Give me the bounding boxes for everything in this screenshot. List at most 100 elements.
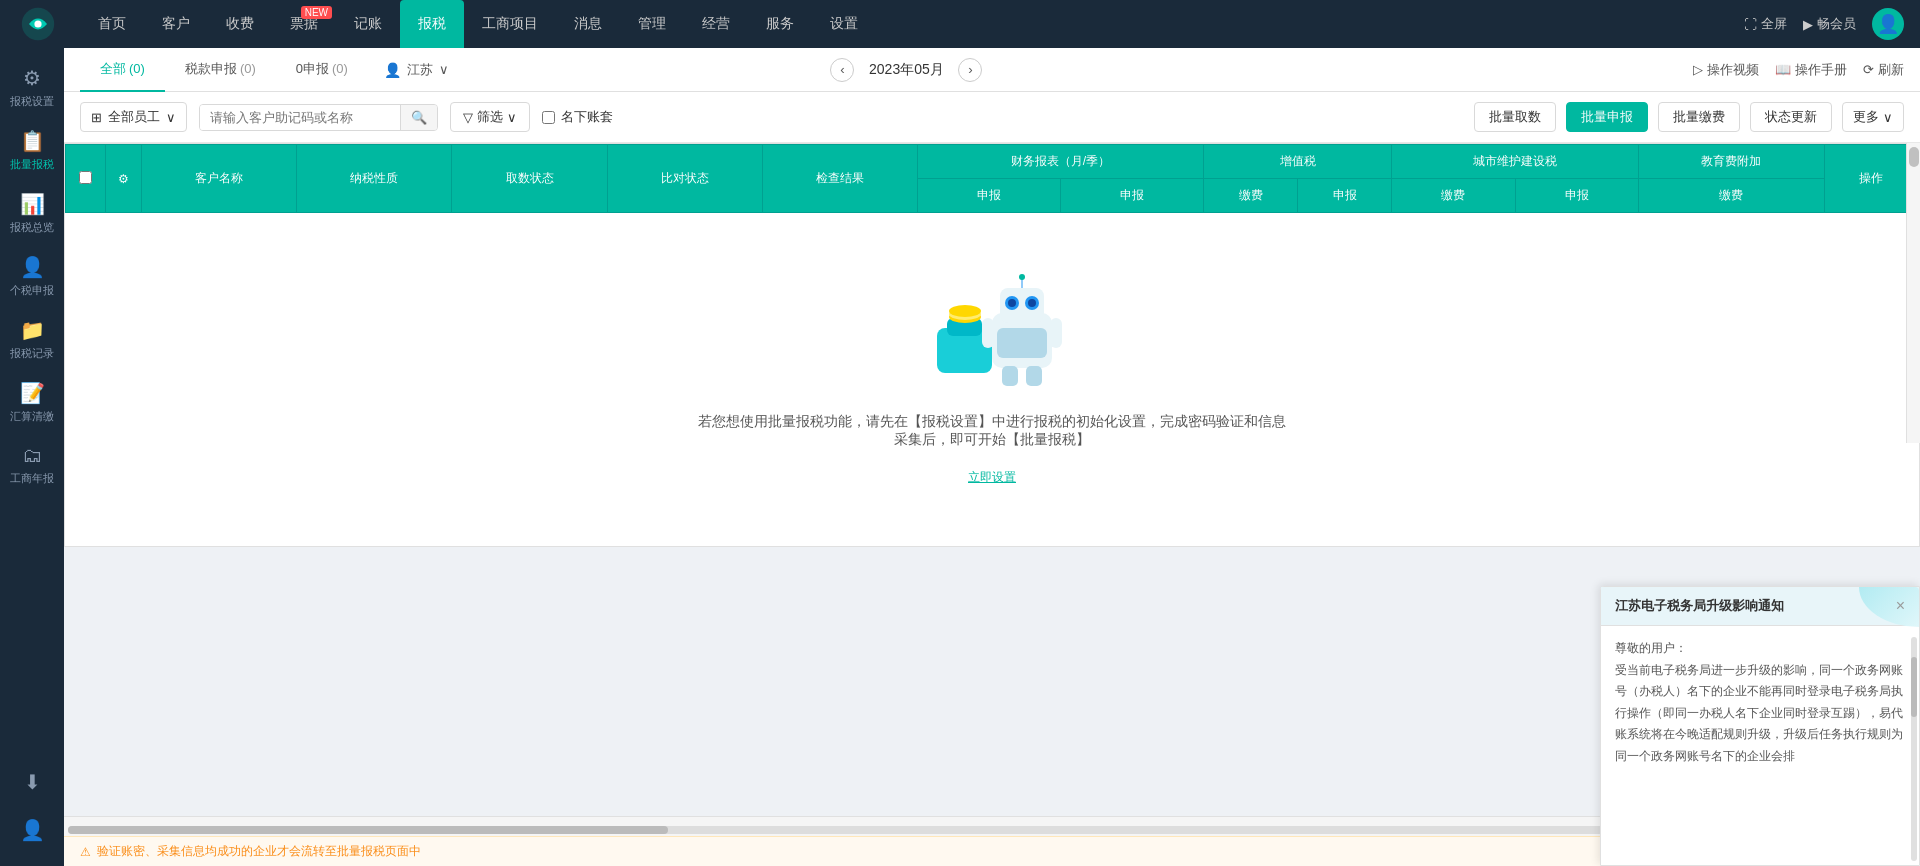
table-container: ⚙ 客户名称 纳税性质 取数状态 比对状态 检查结果 财务报表（月/季） 增值税… — [64, 143, 1920, 547]
settlement-icon: 📝 — [20, 381, 45, 405]
batch-declare-button[interactable]: 批量申报 — [1566, 102, 1648, 132]
month-nav: ‹ 2023年05月 › — [810, 58, 1002, 82]
customer-name-header: 客户名称 — [142, 145, 297, 213]
nav-bookkeeping[interactable]: 记账 — [336, 0, 400, 48]
tax-records-icon: 📁 — [20, 318, 45, 342]
select-all-header — [66, 145, 106, 213]
notification-scrollbar[interactable] — [1911, 637, 1917, 861]
filter-chevron-icon: ∨ — [507, 110, 517, 125]
personal-tax-icon: 👤 — [20, 255, 45, 279]
tabs-row-right: ▷ 操作视频 📖 操作手册 ⟳ 刷新 — [1693, 61, 1904, 79]
employee-filter[interactable]: ⊞ 全部员工 ∨ — [80, 102, 187, 132]
gear-icon[interactable]: ⚙ — [118, 172, 129, 186]
member-button[interactable]: ▶ 畅会员 — [1803, 15, 1856, 33]
new-badge: NEW — [301, 6, 332, 19]
avatar-icon: 👤 — [1877, 13, 1899, 35]
svg-point-1 — [34, 20, 41, 27]
filter-dropdown-icon: ∨ — [166, 110, 176, 125]
toolbar-right: 批量取数 批量申报 批量缴费 状态更新 更多 ∨ — [1474, 102, 1904, 132]
empty-state: 若您想使用批量报税功能，请先在【报税设置】中进行报税的初始化设置，完成密码验证和… — [66, 213, 1919, 546]
svg-point-13 — [1028, 299, 1036, 307]
notification-close-button[interactable]: × — [1896, 597, 1905, 615]
nav-invoice[interactable]: 票据 NEW — [272, 0, 336, 48]
sidebar-user-btn[interactable]: 👤 — [12, 810, 53, 850]
city-tax-header: 城市维护建设税 — [1392, 145, 1639, 179]
sidebar-item-batch-tax[interactable]: 📋 批量报税 — [0, 119, 64, 182]
account-checkbox-label[interactable]: 名下账套 — [542, 108, 613, 126]
setup-link[interactable]: 立即设置 — [968, 469, 1016, 486]
sidebar-item-tax-settings[interactable]: ⚙ 报税设置 — [0, 56, 64, 119]
more-chevron-icon: ∨ — [1883, 110, 1893, 125]
filter-button[interactable]: ▽ 筛选 ∨ — [450, 102, 530, 132]
svg-rect-17 — [1050, 318, 1062, 348]
filter-grid-icon: ⊞ — [91, 110, 102, 125]
fetch-status-header: 取数状态 — [452, 145, 607, 213]
nav-service[interactable]: 服务 — [748, 0, 812, 48]
video-link[interactable]: ▷ 操作视频 — [1693, 61, 1759, 79]
nav-management[interactable]: 管理 — [620, 0, 684, 48]
operation-header: 操作 — [1824, 145, 1918, 213]
member-icon: ▶ — [1803, 17, 1813, 32]
financial-declare-subheader: 申报 — [918, 179, 1061, 213]
svg-rect-18 — [1002, 366, 1018, 386]
prev-month-button[interactable]: ‹ — [830, 58, 854, 82]
user-avatar[interactable]: 👤 — [1872, 8, 1904, 40]
search-button[interactable]: 🔍 — [400, 105, 437, 130]
nav-messages[interactable]: 消息 — [556, 0, 620, 48]
select-all-checkbox[interactable] — [79, 171, 92, 184]
nav-customer[interactable]: 客户 — [144, 0, 208, 48]
nav-right: ⛶ 全屏 ▶ 畅会员 👤 — [1744, 8, 1904, 40]
vertical-scrollbar[interactable] — [1906, 143, 1920, 443]
gear-header: ⚙ — [106, 145, 142, 213]
tax-type-header: 纳税性质 — [297, 145, 452, 213]
tab-zero-declare[interactable]: 0申报 (0) — [276, 48, 368, 92]
region-selector[interactable]: 👤 江苏 ∨ — [368, 61, 465, 79]
city-pay-subheader: 缴费 — [1392, 179, 1515, 213]
next-month-button[interactable]: › — [958, 58, 982, 82]
app-logo[interactable] — [16, 2, 60, 46]
nav-business[interactable]: 工商项目 — [464, 0, 556, 48]
status-update-button[interactable]: 状态更新 — [1750, 102, 1832, 132]
vat-header: 增值税 — [1203, 145, 1391, 179]
nav-home[interactable]: 首页 — [80, 0, 144, 48]
sidebar-bottom: ⬇ 👤 — [12, 762, 53, 850]
sidebar-item-tax-records[interactable]: 📁 报税记录 — [0, 308, 64, 371]
sidebar-item-tax-overview[interactable]: 📊 报税总览 — [0, 182, 64, 245]
tab-all[interactable]: 全部 (0) — [80, 48, 165, 92]
account-checkbox[interactable] — [542, 111, 555, 124]
svg-rect-8 — [997, 328, 1047, 358]
notification-title: 江苏电子税务局升级影响通知 — [1615, 597, 1784, 615]
nav-operation[interactable]: 经营 — [684, 0, 748, 48]
fullscreen-icon: ⛶ — [1744, 17, 1757, 32]
vat-pay-subheader: 缴费 — [1203, 179, 1297, 213]
batch-fetch-button[interactable]: 批量取数 — [1474, 102, 1556, 132]
search-input[interactable] — [200, 105, 400, 130]
notification-scroll-thumb — [1911, 657, 1917, 717]
nav-tax[interactable]: 报税 — [400, 0, 464, 48]
sidebar-download-btn[interactable]: ⬇ — [16, 762, 49, 802]
nav-billing[interactable]: 收费 — [208, 0, 272, 48]
tax-overview-icon: 📊 — [20, 192, 45, 216]
sidebar-item-settlement[interactable]: 📝 汇算清缴 — [0, 371, 64, 434]
sidebar: ⚙ 报税设置 📋 批量报税 📊 报税总览 👤 个税申报 📁 报税记录 📝 汇算清… — [0, 48, 64, 866]
refresh-button[interactable]: ⟳ 刷新 — [1863, 61, 1904, 79]
fullscreen-button[interactable]: ⛶ 全屏 — [1744, 15, 1787, 33]
toolbar: ⊞ 全部员工 ∨ 🔍 ▽ 筛选 ∨ 名下账套 批量取数 批量申报 — [64, 92, 1920, 143]
batch-pay-button[interactable]: 批量缴费 — [1658, 102, 1740, 132]
notification-header: 江苏电子税务局升级影响通知 × — [1601, 587, 1919, 626]
top-nav: 首页 客户 收费 票据 NEW 记账 报税 工商项目 消息 管理 经营 服务 设… — [0, 0, 1920, 48]
svg-point-12 — [1008, 299, 1016, 307]
more-button[interactable]: 更多 ∨ — [1842, 102, 1904, 132]
edu-declare-subheader: 申报 — [1515, 179, 1638, 213]
filter-icon: ▽ — [463, 110, 473, 125]
nav-settings[interactable]: 设置 — [812, 0, 876, 48]
sidebar-item-personal-tax[interactable]: 👤 个税申报 — [0, 245, 64, 308]
nav-items: 首页 客户 收费 票据 NEW 记账 报税 工商项目 消息 管理 经营 服务 设… — [80, 0, 1744, 48]
check-result-header: 检查结果 — [762, 145, 917, 213]
annual-report-icon: 🗂 — [22, 444, 42, 467]
manual-link[interactable]: 📖 操作手册 — [1775, 61, 1847, 79]
empty-text: 若您想使用批量报税功能，请先在【报税设置】中进行报税的初始化设置，完成密码验证和… — [692, 413, 1292, 449]
tab-tax-declare[interactable]: 税款申报 (0) — [165, 48, 276, 92]
notification-panel: 江苏电子税务局升级影响通知 × 尊敬的用户： 受当前电子税务局进一步升级的影响，… — [1600, 586, 1920, 866]
sidebar-item-annual-report[interactable]: 🗂 工商年报 — [0, 434, 64, 496]
